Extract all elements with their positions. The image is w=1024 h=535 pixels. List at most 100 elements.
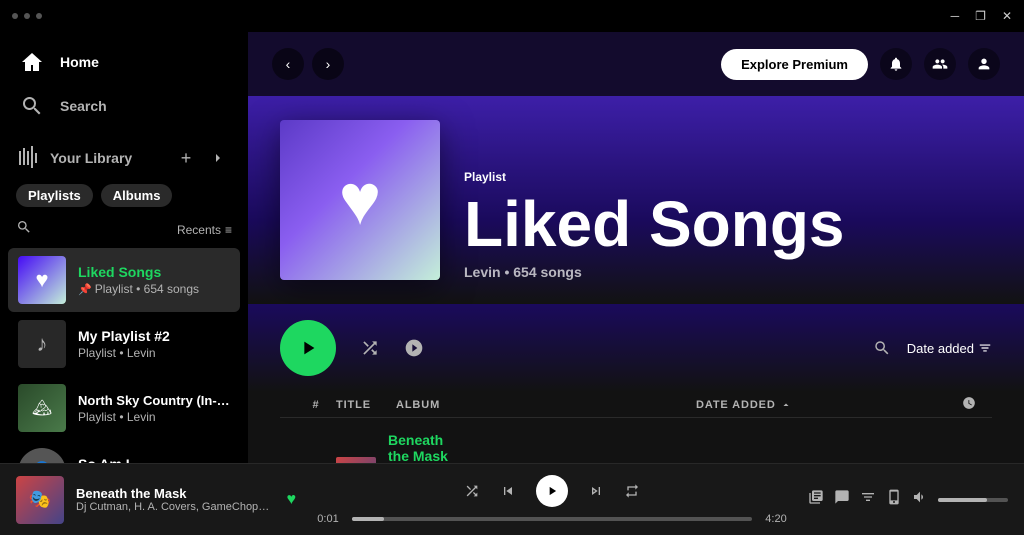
now-playing-artist: Dj Cutman, H. A. Covers, GameChops, Dodg… xyxy=(76,501,275,513)
lyrics-button[interactable] xyxy=(834,489,850,510)
home-label: Home xyxy=(60,54,99,70)
liked-songs-info: Liked Songs 📌 Playlist • 654 songs xyxy=(78,264,230,296)
header-duration xyxy=(936,396,976,413)
friends-button[interactable] xyxy=(924,48,956,80)
liked-songs-name: Liked Songs xyxy=(78,264,230,280)
hero-info: Playlist Liked Songs Levin • 654 songs xyxy=(464,170,992,280)
minimize-button[interactable]: ─ xyxy=(951,9,960,23)
forward-button[interactable]: › xyxy=(312,48,344,80)
queue-button[interactable] xyxy=(808,489,824,510)
play-button[interactable] xyxy=(280,320,336,376)
hero-heart-icon: ♥ xyxy=(339,159,382,241)
so-am-i-info: So Am I Album • Kurt Hugo Schneider xyxy=(78,456,230,463)
now-playing-heart-button[interactable]: ♥ xyxy=(287,491,297,509)
playlist-2-sub: Playlist • Levin xyxy=(78,346,230,360)
header-num: # xyxy=(296,399,336,411)
shuffle-player-button[interactable] xyxy=(464,483,480,499)
search-recents-row: Recents ≡ xyxy=(0,215,248,244)
library-icon xyxy=(16,145,40,172)
hero-title: Liked Songs xyxy=(464,192,992,256)
back-button[interactable]: ‹ xyxy=(272,48,304,80)
header-title: Title xyxy=(336,399,396,411)
pin-icon: 📌 xyxy=(78,284,95,296)
volume-button[interactable] xyxy=(912,489,928,510)
track-header: # Title Album Date added xyxy=(280,392,992,418)
search-library-button[interactable] xyxy=(16,219,32,240)
hero-artwork: ♥ xyxy=(280,120,440,280)
volume-bar[interactable] xyxy=(938,498,1008,502)
sidebar: Home Search Your Library xyxy=(0,32,248,463)
progress-fill xyxy=(352,517,384,521)
player-right xyxy=(808,489,1008,510)
bottom-player: 🎭 Beneath the Mask Dj Cutman, H. A. Cove… xyxy=(0,463,1024,535)
playlist-2-name: My Playlist #2 xyxy=(78,328,230,344)
app-body: Home Search Your Library xyxy=(0,32,1024,463)
now-playing-info: Beneath the Mask Dj Cutman, H. A. Covers… xyxy=(76,486,275,513)
library-header: Your Library + xyxy=(0,136,248,180)
so-am-i-name: So Am I xyxy=(78,456,230,463)
sidebar-item-home[interactable]: Home xyxy=(0,40,248,84)
playlist-2-art: ♪ xyxy=(18,320,66,368)
expand-library-button[interactable] xyxy=(204,144,232,172)
dot-2 xyxy=(24,13,30,19)
liked-songs-sub: 📌 Playlist • 654 songs xyxy=(78,282,230,296)
playlist-controls: Date added xyxy=(248,304,1024,392)
search-icon xyxy=(20,94,44,118)
albums-filter-button[interactable]: Albums xyxy=(101,184,173,207)
north-sky-name: North Sky Country (In-Game) xyxy=(78,393,230,408)
explore-premium-button[interactable]: Explore Premium xyxy=(721,49,868,80)
library-item-north-sky[interactable]: 🏔 North Sky Country (In-Game) Playlist •… xyxy=(8,376,240,440)
progress-track[interactable] xyxy=(352,517,752,521)
notification-button[interactable] xyxy=(880,48,912,80)
header-album: Album xyxy=(396,399,696,411)
search-tracks-button[interactable] xyxy=(873,339,891,357)
download-button[interactable] xyxy=(404,338,424,358)
hero-meta: Levin • 654 songs xyxy=(464,264,992,280)
volume-fill xyxy=(938,498,987,502)
track-title-info: Beneath the Mask DJ Cutman, H. A. Covers… xyxy=(388,432,459,463)
library-item-so-am-i[interactable]: 👤 So Am I Album • Kurt Hugo Schneider xyxy=(8,440,240,463)
profile-button[interactable] xyxy=(968,48,1000,80)
close-button[interactable]: ✕ xyxy=(1002,9,1012,23)
maximize-button[interactable]: ❐ xyxy=(975,9,986,23)
date-added-sort-button[interactable]: Date added xyxy=(907,341,992,356)
landscape-icon: 🏔 xyxy=(32,398,52,418)
playlist-button[interactable] xyxy=(860,489,876,510)
topbar-right: Explore Premium xyxy=(721,48,1000,80)
search-label: Search xyxy=(60,98,107,114)
repeat-button[interactable] xyxy=(624,483,640,499)
home-icon xyxy=(20,50,44,74)
sidebar-item-search[interactable]: Search xyxy=(0,84,248,128)
playlists-filter-button[interactable]: Playlists xyxy=(16,184,93,207)
sidebar-nav: Home Search xyxy=(0,32,248,136)
list-icon: ≡ xyxy=(225,223,232,237)
now-playing: 🎭 Beneath the Mask Dj Cutman, H. A. Cove… xyxy=(16,476,296,524)
hero-song-count: 654 songs xyxy=(513,264,581,280)
add-to-library-button[interactable]: + xyxy=(172,144,200,172)
shuffle-button[interactable] xyxy=(360,338,380,358)
total-time: 4:20 xyxy=(760,513,792,525)
dot-3 xyxy=(36,13,42,19)
your-library-label: Your Library xyxy=(50,150,132,166)
devices-button[interactable] xyxy=(886,489,902,510)
window-controls: ─ ❐ ✕ xyxy=(951,9,1012,23)
library-actions: + xyxy=(172,144,232,172)
main-topbar: ‹ › Explore Premium xyxy=(248,32,1024,96)
your-library-button[interactable]: Your Library xyxy=(16,145,164,172)
so-am-i-art: 👤 xyxy=(18,448,66,463)
dot-1 xyxy=(12,13,18,19)
previous-button[interactable] xyxy=(500,483,516,499)
hero-section: ♥ Playlist Liked Songs Levin • 654 songs xyxy=(248,96,1024,304)
music-icon: ♪ xyxy=(37,331,48,357)
header-date: Date added xyxy=(696,399,876,411)
north-sky-info: North Sky Country (In-Game) Playlist • L… xyxy=(78,393,230,424)
recents-label[interactable]: Recents ≡ xyxy=(177,223,232,237)
heart-icon: ♥ xyxy=(35,267,48,293)
library-item-liked-songs[interactable]: ♥ Liked Songs 📌 Playlist • 654 songs xyxy=(8,248,240,312)
library-item-playlist-2[interactable]: ♪ My Playlist #2 Playlist • Levin xyxy=(8,312,240,376)
next-button[interactable] xyxy=(588,483,604,499)
table-row[interactable]: 1 🎭 Beneath the Mask DJ Cutman, H. A. Co… xyxy=(280,426,992,463)
player-play-button[interactable] xyxy=(536,475,568,507)
hero-type: Playlist xyxy=(464,170,992,184)
library-list: ♥ Liked Songs 📌 Playlist • 654 songs ♪ M… xyxy=(0,244,248,463)
